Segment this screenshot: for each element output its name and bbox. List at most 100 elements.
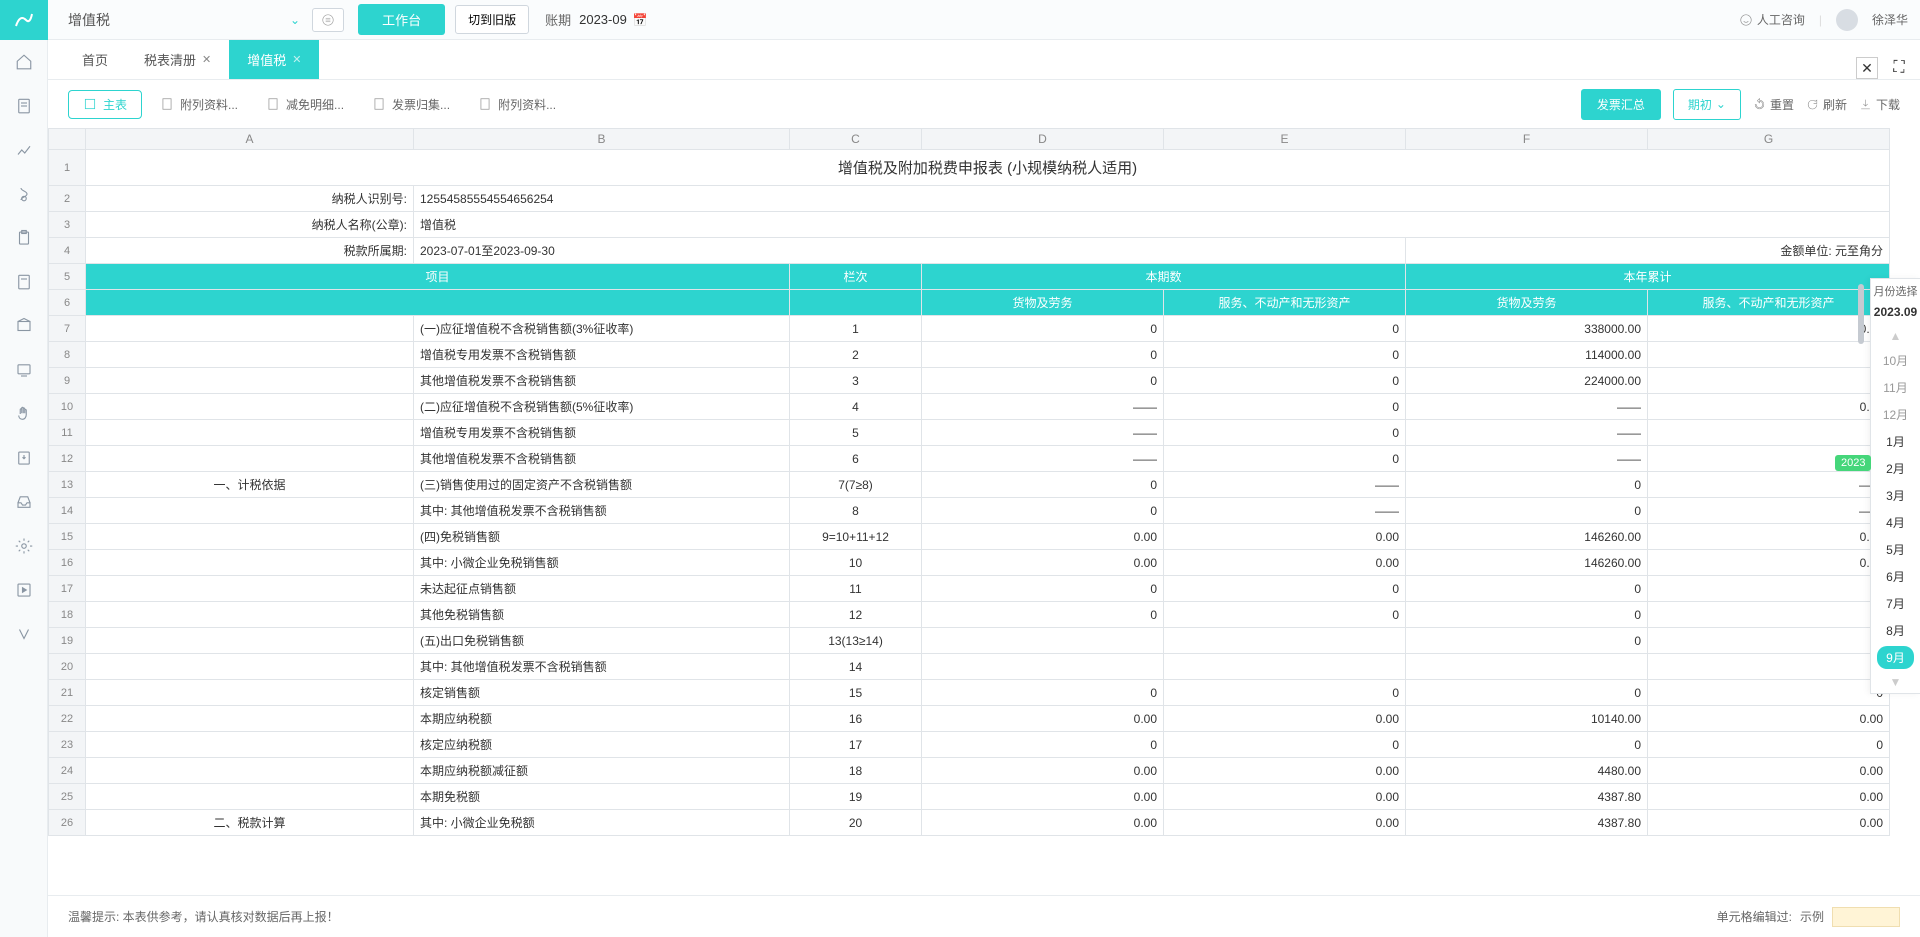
cell[interactable]: 0.00 [1648, 394, 1890, 420]
cell[interactable]: 15 [48, 524, 86, 550]
cell[interactable]: 0 [1648, 368, 1890, 394]
cell[interactable] [86, 680, 414, 706]
cell[interactable]: 其中: 小微企业免税销售额 [414, 550, 790, 576]
cell[interactable]: —— [1164, 472, 1406, 498]
cell[interactable]: 114000.00 [1406, 342, 1648, 368]
cell[interactable]: 224000.00 [1406, 368, 1648, 394]
cell[interactable]: 项目 [86, 264, 790, 290]
cell[interactable]: 0 [1406, 628, 1648, 654]
cell[interactable]: 22 [48, 706, 86, 732]
cell[interactable]: 10 [790, 550, 922, 576]
corner[interactable] [48, 128, 86, 150]
cell[interactable]: 15 [790, 680, 922, 706]
cell[interactable]: 16 [48, 550, 86, 576]
workbench-button[interactable]: 工作台 [358, 4, 445, 35]
tab-vat[interactable]: 增值税✕ [229, 40, 319, 79]
nav-gear-icon[interactable] [0, 524, 48, 568]
cell[interactable]: 19 [48, 628, 86, 654]
cell[interactable]: 146260.00 [1406, 524, 1648, 550]
cell[interactable]: 0.00 [1164, 550, 1406, 576]
cell[interactable] [86, 550, 414, 576]
cell[interactable]: 0 [922, 368, 1164, 394]
cell[interactable]: 其他免税销售额 [414, 602, 790, 628]
cell[interactable]: 0 [1648, 628, 1890, 654]
cell[interactable]: 0.00 [1164, 810, 1406, 836]
tab-home[interactable]: 首页 [64, 40, 126, 79]
cell[interactable]: 本期应纳税额 [414, 706, 790, 732]
cell[interactable]: 23 [48, 732, 86, 758]
subtab-attach1[interactable]: 附列资料... [150, 90, 248, 119]
cell[interactable]: 其他增值税发票不含税销售额 [414, 368, 790, 394]
cell[interactable]: 10 [48, 394, 86, 420]
cell[interactable]: 一、计税依据 [86, 472, 414, 498]
month-down-icon[interactable]: ▼ [1871, 671, 1920, 693]
cell[interactable]: 8 [790, 498, 922, 524]
cell[interactable]: 4480.00 [1406, 758, 1648, 784]
cell[interactable]: 0.00 [1648, 316, 1890, 342]
cell[interactable]: 13 [48, 472, 86, 498]
cell[interactable]: 0 [922, 472, 1164, 498]
cell[interactable]: 4387.80 [1406, 784, 1648, 810]
tab-list[interactable]: 税表清册✕ [126, 40, 229, 79]
cell[interactable]: —— [922, 394, 1164, 420]
cell[interactable]: 0 [1406, 576, 1648, 602]
cell[interactable]: 0.00 [922, 706, 1164, 732]
cell[interactable]: —— [922, 446, 1164, 472]
cell[interactable] [1648, 654, 1890, 680]
cell[interactable]: 其中: 其他增值税发票不含税销售额 [414, 498, 790, 524]
month-up-icon[interactable]: ▲ [1871, 325, 1920, 347]
subtab-exempt[interactable]: 减免明细... [256, 90, 354, 119]
nav-home-icon[interactable] [0, 40, 48, 84]
month-option[interactable]: 8月 [1871, 617, 1920, 644]
cell[interactable]: 12 [48, 446, 86, 472]
cell[interactable]: 0 [1648, 602, 1890, 628]
cell[interactable]: 20 [790, 810, 922, 836]
cell[interactable]: 货物及劳务 [922, 290, 1164, 316]
cell[interactable]: 0 [1406, 472, 1648, 498]
cell[interactable]: 10140.00 [1406, 706, 1648, 732]
cell[interactable]: 3 [790, 368, 922, 394]
cell[interactable]: 增值税专用发票不含税销售额 [414, 420, 790, 446]
cell[interactable]: 14 [48, 498, 86, 524]
cell[interactable]: 6 [790, 446, 922, 472]
cell[interactable] [86, 706, 414, 732]
month-option[interactable]: 9月 [1877, 646, 1914, 669]
cell[interactable] [86, 732, 414, 758]
cell[interactable]: 20 [48, 654, 86, 680]
cell[interactable]: 核定销售额 [414, 680, 790, 706]
cell[interactable]: 0 [922, 498, 1164, 524]
cell[interactable] [86, 368, 414, 394]
cell[interactable]: 未达起征点销售额 [414, 576, 790, 602]
cell[interactable]: 0.00 [922, 784, 1164, 810]
cell[interactable]: 本期应纳税额减征额 [414, 758, 790, 784]
month-option[interactable]: 7月 [1871, 590, 1920, 617]
refresh-button[interactable]: 刷新 [1806, 96, 1847, 113]
cell[interactable]: 其中: 其他增值税发票不含税销售额 [414, 654, 790, 680]
nav-inbox-icon[interactable] [0, 480, 48, 524]
cell[interactable]: 0 [1164, 576, 1406, 602]
cell[interactable]: 4 [790, 394, 922, 420]
cell[interactable]: —— [1406, 420, 1648, 446]
cell[interactable] [922, 654, 1164, 680]
nav-play-icon[interactable] [0, 568, 48, 612]
cell[interactable]: 17 [48, 576, 86, 602]
month-option[interactable]: 4月 [1871, 509, 1920, 536]
cell[interactable]: 13(13≥14) [790, 628, 922, 654]
cell[interactable] [86, 758, 414, 784]
switch-old-button[interactable]: 切到旧版 [455, 5, 529, 34]
nav-money-icon[interactable] [0, 172, 48, 216]
nav-chart-icon[interactable] [0, 128, 48, 172]
cell[interactable]: —— [1406, 394, 1648, 420]
cell[interactable]: 0 [922, 342, 1164, 368]
cell[interactable]: 服务、不动产和无形资产 [1648, 290, 1890, 316]
user-name[interactable]: 徐泽华 [1872, 11, 1908, 28]
cell[interactable]: 0 [922, 576, 1164, 602]
cell[interactable]: 0 [1164, 394, 1406, 420]
cell[interactable] [922, 628, 1164, 654]
cell[interactable] [1164, 654, 1406, 680]
chevron-down-icon[interactable]: ⌄ [290, 13, 300, 27]
cell[interactable]: 金额单位: 元至角分 [1406, 238, 1890, 264]
nav-export-icon[interactable] [0, 436, 48, 480]
cell[interactable]: (三)销售使用过的固定资产不含税销售额 [414, 472, 790, 498]
cell[interactable]: 0 [922, 602, 1164, 628]
